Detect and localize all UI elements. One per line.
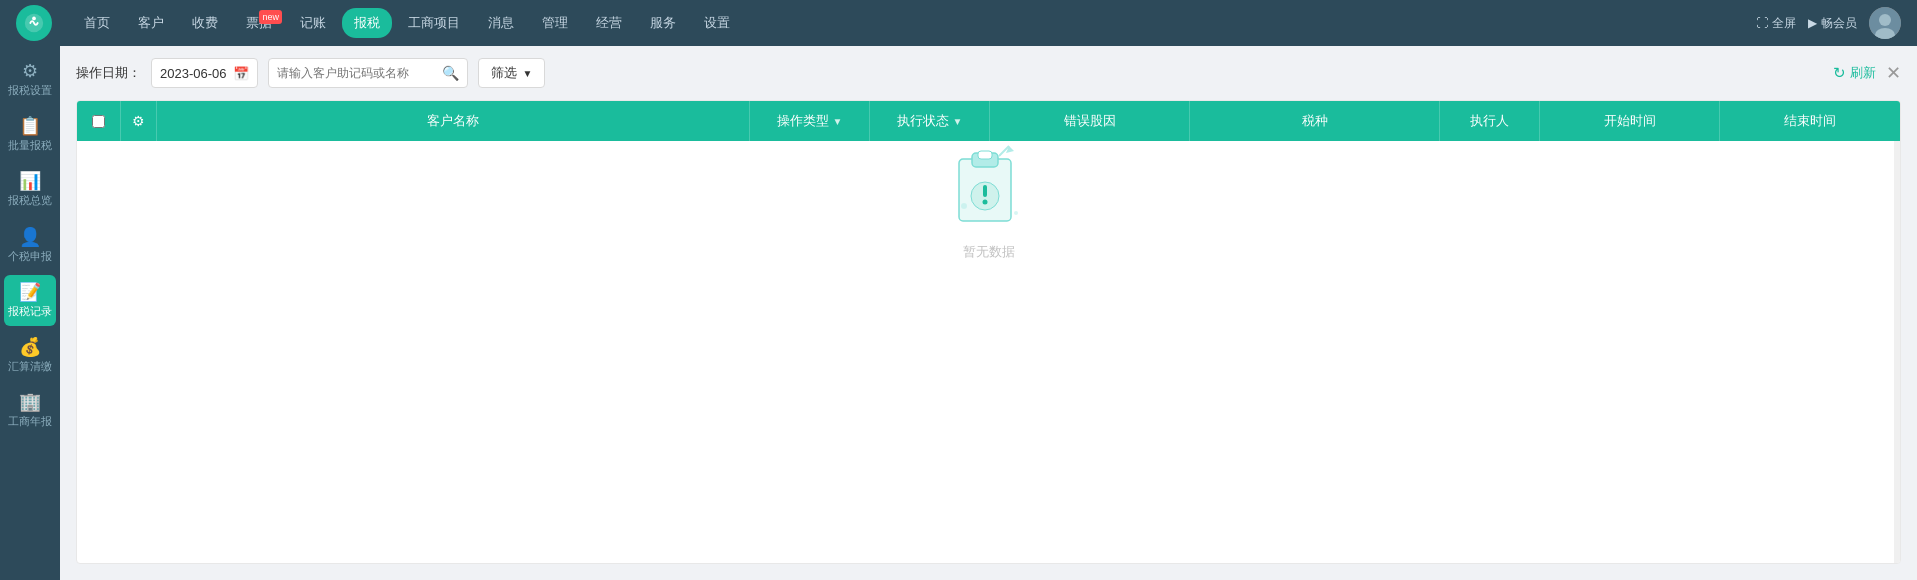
th-executor: 执行人 [1440, 101, 1540, 141]
sidebar-item-3[interactable]: 👤 个税申报 [4, 220, 56, 271]
top-nav-right: ⛶ 全屏 ▶ 畅会员 [1756, 7, 1901, 39]
search-icon: 🔍 [442, 65, 459, 81]
search-wrap[interactable]: 🔍 [268, 58, 468, 88]
date-value: 2023-06-06 [160, 66, 227, 81]
th-tax: 税种 [1190, 101, 1440, 141]
sidebar-icon-3: 👤 [19, 228, 41, 246]
th-checkbox[interactable] [77, 101, 121, 141]
app-logo[interactable] [16, 5, 52, 41]
refresh-icon: ↻ [1833, 64, 1846, 82]
settings-icon: ⚙ [132, 113, 145, 129]
top-nav: 首页客户收费票据new记账报税工商项目消息管理经营服务设置 ⛶ 全屏 ▶ 畅会员 [0, 0, 1917, 46]
svg-point-3 [1879, 14, 1891, 26]
search-input[interactable] [277, 66, 436, 80]
svg-point-10 [982, 200, 987, 205]
member-label: 畅会员 [1821, 15, 1857, 32]
nav-item-收费[interactable]: 收费 [180, 8, 230, 38]
th-endtime-label: 结束时间 [1784, 112, 1836, 130]
nav-item-票据[interactable]: 票据new [234, 8, 284, 38]
nav-item-消息[interactable]: 消息 [476, 8, 526, 38]
sidebar-label-2: 报税总览 [8, 194, 52, 207]
fullscreen-btn[interactable]: ⛶ 全屏 [1756, 15, 1796, 32]
fullscreen-icon: ⛶ [1756, 16, 1768, 30]
nav-item-设置[interactable]: 设置 [692, 8, 742, 38]
sidebar-icon-4: 📝 [19, 283, 41, 301]
sidebar-icon-2: 📊 [19, 172, 41, 190]
th-setting[interactable]: ⚙ [121, 101, 157, 141]
sidebar-item-2[interactable]: 📊 报税总览 [4, 164, 56, 215]
sidebar-item-6[interactable]: 🏢 工商年报 [4, 385, 56, 436]
sidebar-item-0[interactable]: ⚙ 报税设置 [4, 54, 56, 105]
th-customer-label: 客户名称 [427, 112, 479, 130]
date-label: 操作日期： [76, 64, 141, 82]
table-body: 暂无数据 [77, 141, 1900, 563]
svg-point-13 [961, 203, 967, 209]
table-header: ⚙ 客户名称 操作类型 ▼ 执行状态 ▼ 错误股因 税种 [77, 101, 1900, 141]
sidebar-label-0: 报税设置 [8, 84, 52, 97]
fullscreen-label: 全屏 [1772, 15, 1796, 32]
main-content: 操作日期： 2023-06-06 📅 🔍 筛选 ▼ ↻ 刷新 ✕ [60, 46, 1917, 580]
sidebar-label-1: 批量报税 [8, 139, 52, 152]
nav-item-报税[interactable]: 报税 [342, 8, 392, 38]
sidebar-label-5: 汇算清缴 [8, 360, 52, 373]
main-layout: ⚙ 报税设置 📋 批量报税 📊 报税总览 👤 个税申报 📝 报税记录 💰 汇算清缴 🏢 工商年报 操作日期… [0, 46, 1917, 580]
sidebar-item-4[interactable]: 📝 报税记录 [4, 275, 56, 326]
th-starttime-label: 开始时间 [1604, 112, 1656, 130]
refresh-label: 刷新 [1850, 64, 1876, 82]
th-optype[interactable]: 操作类型 ▼ [750, 101, 870, 141]
empty-text: 暂无数据 [963, 243, 1015, 261]
th-error: 错误股因 [990, 101, 1190, 141]
nav-item-首页[interactable]: 首页 [72, 8, 122, 38]
th-tax-label: 税种 [1302, 112, 1328, 130]
th-endtime: 结束时间 [1720, 101, 1900, 141]
filter-button[interactable]: 筛选 ▼ [478, 58, 546, 88]
close-button[interactable]: ✕ [1886, 64, 1901, 82]
sidebar-label-6: 工商年报 [8, 415, 52, 428]
th-customer: 客户名称 [157, 101, 750, 141]
date-input-wrap[interactable]: 2023-06-06 📅 [151, 58, 258, 88]
svg-rect-9 [983, 185, 987, 197]
empty-state: 暂无数据 [77, 141, 1900, 261]
play-icon: ▶ [1808, 16, 1817, 30]
svg-point-1 [32, 17, 36, 21]
member-btn[interactable]: ▶ 畅会员 [1808, 15, 1857, 32]
th-executor-label: 执行人 [1470, 112, 1509, 130]
badge-new: new [259, 10, 282, 24]
th-error-label: 错误股因 [1064, 112, 1116, 130]
sidebar: ⚙ 报税设置 📋 批量报税 📊 报税总览 👤 个税申报 📝 报税记录 💰 汇算清缴 🏢 工商年报 [0, 46, 60, 580]
sidebar-icon-5: 💰 [19, 338, 41, 356]
sidebar-icon-0: ⚙ [22, 62, 38, 80]
sidebar-icon-6: 🏢 [19, 393, 41, 411]
select-all-checkbox[interactable] [92, 115, 105, 128]
sidebar-label-4: 报税记录 [8, 305, 52, 318]
sidebar-icon-1: 📋 [19, 117, 41, 135]
refresh-button[interactable]: ↻ 刷新 [1833, 64, 1876, 82]
nav-item-记账[interactable]: 记账 [288, 8, 338, 38]
table-container: ⚙ 客户名称 操作类型 ▼ 执行状态 ▼ 错误股因 税种 [76, 100, 1901, 564]
th-status-label: 执行状态 [897, 112, 949, 130]
nav-item-客户[interactable]: 客户 [126, 8, 176, 38]
sort-icon-optype: ▼ [833, 116, 843, 127]
sidebar-item-5[interactable]: 💰 汇算清缴 [4, 330, 56, 381]
th-starttime: 开始时间 [1540, 101, 1720, 141]
nav-item-服务[interactable]: 服务 [638, 8, 688, 38]
svg-point-14 [1014, 211, 1018, 215]
nav-item-工商项目[interactable]: 工商项目 [396, 8, 472, 38]
chevron-down-icon: ▼ [523, 68, 533, 79]
scroll-indicator[interactable] [1894, 141, 1900, 563]
filter-label: 筛选 [491, 64, 517, 82]
nav-item-经营[interactable]: 经营 [584, 8, 634, 38]
sidebar-label-3: 个税申报 [8, 250, 52, 263]
user-avatar[interactable] [1869, 7, 1901, 39]
th-optype-label: 操作类型 [777, 112, 829, 130]
sort-icon-status: ▼ [953, 116, 963, 127]
th-status[interactable]: 执行状态 ▼ [870, 101, 990, 141]
toolbar: 操作日期： 2023-06-06 📅 🔍 筛选 ▼ ↻ 刷新 ✕ [60, 46, 1917, 100]
svg-rect-7 [978, 151, 992, 159]
calendar-icon: 📅 [233, 66, 249, 81]
nav-items: 首页客户收费票据new记账报税工商项目消息管理经营服务设置 [72, 8, 1756, 38]
sidebar-item-1[interactable]: 📋 批量报税 [4, 109, 56, 160]
nav-item-管理[interactable]: 管理 [530, 8, 580, 38]
empty-icon [944, 141, 1034, 231]
